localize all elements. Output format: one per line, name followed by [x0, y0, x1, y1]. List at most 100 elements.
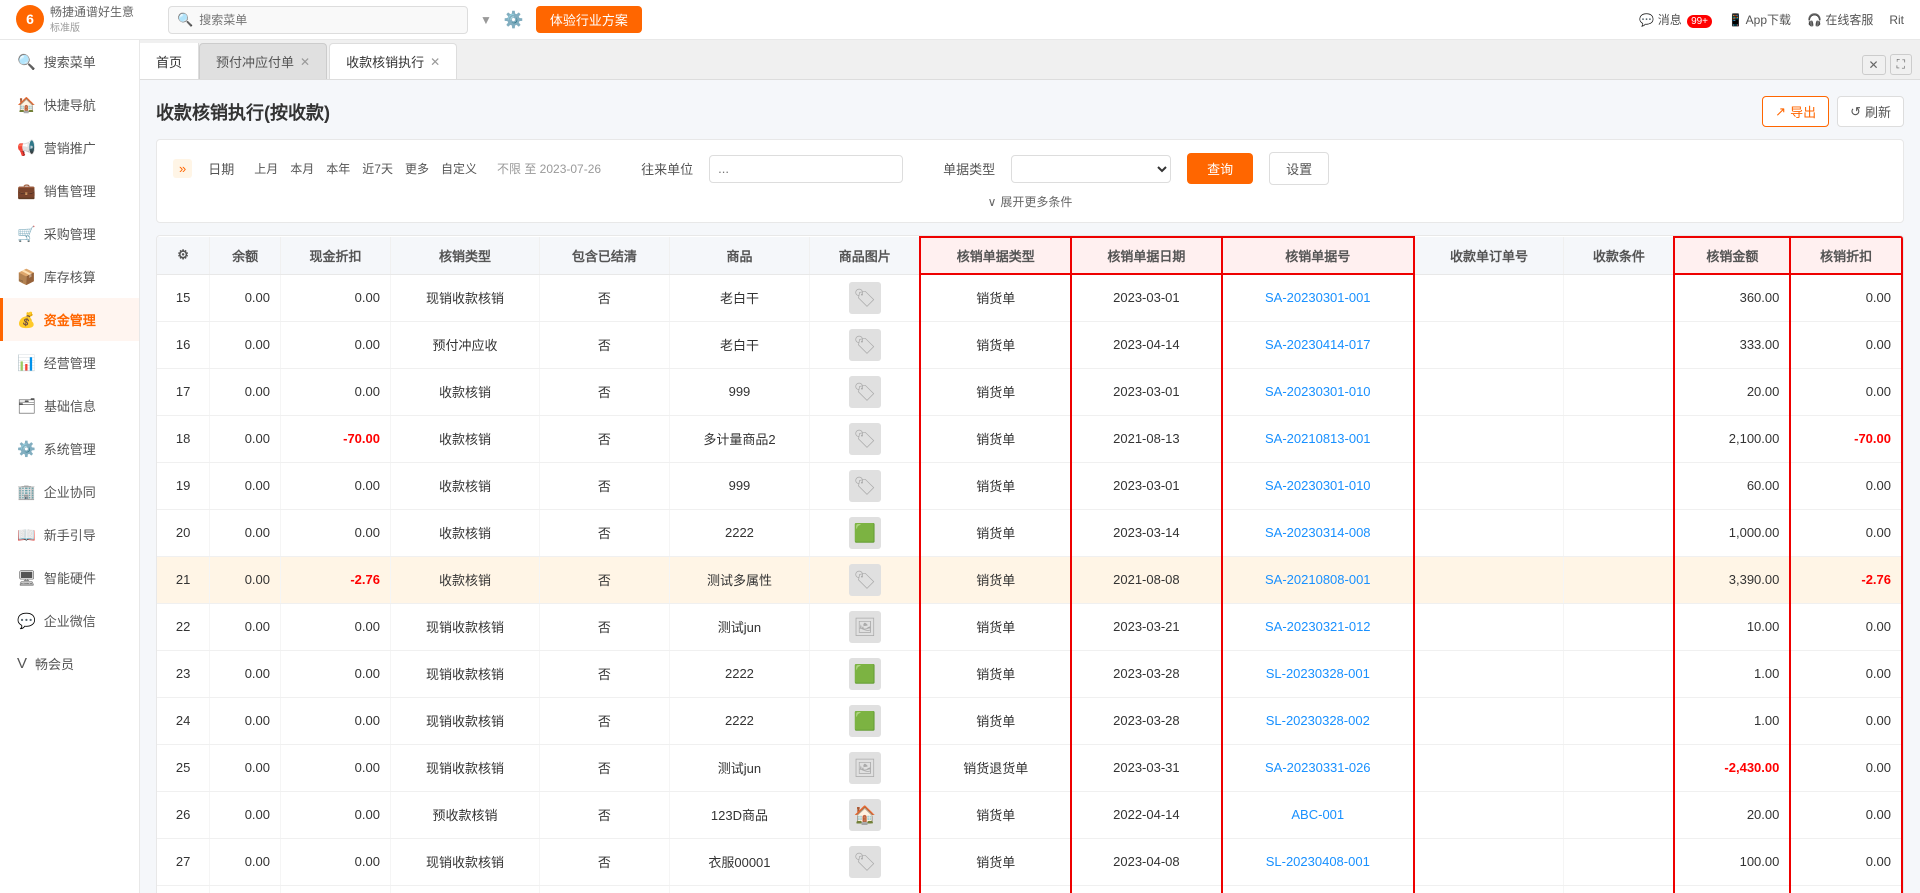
bill-no-link[interactable]: ABC-001 [1291, 807, 1344, 822]
tab-receipt-close[interactable]: ✕ [430, 55, 440, 69]
row-receipt-cond [1564, 791, 1675, 838]
bill-no-link[interactable]: SL-20230328-002 [1266, 713, 1370, 728]
bill-no-link[interactable]: SA-20230331-026 [1265, 760, 1371, 775]
row-verify-bill-no[interactable]: ABC-001 [1222, 791, 1414, 838]
bill-no-link[interactable]: SA-20230314-008 [1265, 525, 1371, 540]
user-name[interactable]: Rit [1889, 13, 1904, 27]
row-verify-bill-no[interactable]: SA-20210808-001 [1222, 556, 1414, 603]
col-settings[interactable]: ⚙ [157, 237, 210, 274]
row-verify-bill-no[interactable]: SL-20230328-002 [1222, 697, 1414, 744]
bill-no-link[interactable]: SA-20230414-017 [1265, 337, 1371, 352]
sidebar-item-wechat[interactable]: 💬企业微信 [0, 599, 139, 642]
bill-type-select[interactable] [1011, 155, 1171, 183]
counterpart-input[interactable] [709, 155, 903, 183]
row-no: 17 [157, 368, 210, 415]
table-row[interactable]: 27 0.00 0.00 现销收款核销 否 衣服00001 🏷 销货单 2023… [157, 838, 1902, 885]
tab-home[interactable]: 首页 [140, 43, 199, 79]
sidebar-item-basic[interactable]: 🗂基础信息 [0, 384, 139, 427]
tab-prepay[interactable]: 预付冲应付单 ✕ [199, 43, 327, 79]
sidebar: 🔍搜索菜单🏠快捷导航📢营销推广💼销售管理🛒采购管理📦库存核算💰资金管理📊经营管理… [0, 40, 140, 893]
tab-prepay-close[interactable]: ✕ [300, 55, 310, 69]
online-service[interactable]: 🎧 在线客服 [1807, 11, 1873, 28]
page-content: 收款核销执行(按收款) ↗ 导出 ↺ 刷新 » 日期 [140, 80, 1920, 893]
row-included-cleared: 否 [540, 321, 670, 368]
bill-no-link[interactable]: SA-20230301-010 [1265, 384, 1371, 399]
app-download[interactable]: 📱 App下载 [1728, 11, 1791, 28]
table-row[interactable]: 21 0.00 -2.76 收款核销 否 测试多属性 🏷 销货单 2021-08… [157, 556, 1902, 603]
sidebar-item-guide[interactable]: 📖新手引导 [0, 513, 139, 556]
sidebar-item-shortcut[interactable]: 🏠快捷导航 [0, 83, 139, 126]
tab-close-all-button[interactable]: ✕ [1862, 55, 1886, 75]
row-verify-bill-no[interactable]: SA-20230314-008 [1222, 509, 1414, 556]
search-input[interactable] [199, 13, 459, 27]
sidebar-item-purchase[interactable]: 🛒采购管理 [0, 212, 139, 255]
table-row[interactable]: 20 0.00 0.00 收款核销 否 2222 🟩 销货单 2023-03-1… [157, 509, 1902, 556]
sidebar-item-marketing[interactable]: 📢营销推广 [0, 126, 139, 169]
date-btn-last-month[interactable]: 上月 [250, 158, 282, 179]
row-verify-discount: 0.00 [1790, 462, 1902, 509]
row-verify-discount: 0.00 [1790, 274, 1902, 321]
table-row[interactable]: 26 0.00 0.00 预收款核销 否 123D商品 🏠 销货单 2022-0… [157, 791, 1902, 838]
date-btn-this-year[interactable]: 本年 [322, 158, 354, 179]
export-button[interactable]: ↗ 导出 [1762, 96, 1829, 127]
dropdown-arrow-icon[interactable]: ▼ [480, 13, 492, 27]
industry-plan-button[interactable]: 体验行业方案 [536, 6, 642, 33]
table-row[interactable]: 17 0.00 0.00 收款核销 否 999 🏷 销货单 2023-03-01… [157, 368, 1902, 415]
sidebar-item-system[interactable]: ⚙️系统管理 [0, 427, 139, 470]
sidebar-item-search[interactable]: 🔍搜索菜单 [0, 40, 139, 83]
refresh-button[interactable]: ↺ 刷新 [1837, 96, 1904, 127]
tab-fullscreen-button[interactable]: ⛶ [1890, 54, 1912, 75]
date-custom-button[interactable]: 自定义 [437, 158, 481, 179]
search-bar[interactable]: 🔍 [168, 6, 468, 34]
date-btn-more[interactable]: 更多 [401, 158, 433, 179]
row-verify-bill-no[interactable]: SA-20230301-010 [1222, 462, 1414, 509]
sidebar-item-hardware[interactable]: 🖥智能硬件 [0, 556, 139, 599]
row-verify-bill-no[interactable]: SA-20230321-012 [1222, 603, 1414, 650]
table-row[interactable]: 23 0.00 0.00 现销收款核销 否 2222 🟩 销货单 2023-03… [157, 650, 1902, 697]
row-verify-bill-no[interactable]: SA-20230301-001 [1222, 274, 1414, 321]
row-verify-bill-no[interactable]: SA-20230331-026 [1222, 744, 1414, 791]
expand-more-button[interactable]: ∨ 展开更多条件 [988, 193, 1073, 210]
table-row[interactable]: 22 0.00 0.00 现销收款核销 否 测试jun 🖼 销货单 2023-0… [157, 603, 1902, 650]
date-btn-7days[interactable]: 近7天 [358, 158, 397, 179]
sidebar-item-operations[interactable]: 📊经营管理 [0, 341, 139, 384]
date-btn-this-month[interactable]: 本月 [286, 158, 318, 179]
table-row[interactable]: 16 0.00 0.00 预付冲应收 否 老白干 🏷 销货单 2023-04-1… [157, 321, 1902, 368]
bill-no-link[interactable]: SL-20230408-001 [1266, 854, 1370, 869]
col-balance: 余额 [210, 237, 281, 274]
sidebar-item-inventory[interactable]: 📦库存核算 [0, 255, 139, 298]
settings-icon[interactable]: ⚙️ [504, 10, 524, 30]
bill-no-link[interactable]: SA-20230321-012 [1265, 619, 1371, 634]
bill-no-link[interactable]: SA-20210813-001 [1265, 431, 1371, 446]
sidebar-item-corp[interactable]: 🏢企业协同 [0, 470, 139, 513]
page-header: 收款核销执行(按收款) ↗ 导出 ↺ 刷新 [156, 96, 1904, 127]
bill-no-link[interactable]: SL-20230328-001 [1266, 666, 1370, 681]
table-row[interactable]: 18 0.00 -70.00 收款核销 否 多计量商品2 🏷 销货单 2021-… [157, 415, 1902, 462]
sidebar-item-sales[interactable]: 💼销售管理 [0, 169, 139, 212]
row-verify-bill-no[interactable]: SA-20210813-001 [1222, 415, 1414, 462]
row-verify-bill-no[interactable]: SL-20230408-001 [1222, 838, 1414, 885]
logo-icon: 6 [16, 5, 44, 33]
setting-button[interactable]: 设置 [1269, 152, 1329, 185]
table-row[interactable]: 24 0.00 0.00 现销收款核销 否 2222 🟩 销货单 2023-03… [157, 697, 1902, 744]
row-verify-bill-no[interactable]: SA-20230414-017 [1222, 321, 1414, 368]
row-verify-bill-no[interactable]: SL-20230328-001 [1222, 650, 1414, 697]
query-button[interactable]: 查询 [1187, 153, 1253, 184]
sidebar-item-member[interactable]: V畅会员 [0, 642, 139, 685]
bill-no-link[interactable]: SA-20230301-010 [1265, 478, 1371, 493]
row-verify-bill-no[interactable]: SA-20230301-010 [1222, 368, 1414, 415]
bill-no-link[interactable]: SA-20230301-001 [1265, 290, 1371, 305]
row-balance: 0.00 [210, 415, 281, 462]
bill-no-link[interactable]: SA-20210808-001 [1265, 572, 1371, 587]
table-row[interactable]: 19 0.00 0.00 收款核销 否 999 🏷 销货单 2023-03-01… [157, 462, 1902, 509]
table-row[interactable]: 28 0.00 0.00 现销收款核销 否 2222 🟩 销货单 2023-04… [157, 885, 1902, 893]
table-row[interactable]: 15 0.00 0.00 现销收款核销 否 老白干 🏷 销货单 2023-03-… [157, 274, 1902, 321]
tab-receipt-label: 收款核销执行 [346, 52, 424, 71]
table-row[interactable]: 25 0.00 0.00 现销收款核销 否 测试jun 🖼 销货退货单 2023… [157, 744, 1902, 791]
message-area[interactable]: 💬 消息 99+ [1639, 11, 1712, 28]
sidebar-item-finance[interactable]: 💰资金管理 [0, 298, 139, 341]
row-verify-bill-no[interactable]: SL-20230418-001 [1222, 885, 1414, 893]
filter-expand-button[interactable]: » [173, 159, 192, 178]
tab-receipt[interactable]: 收款核销执行 ✕ [329, 43, 457, 79]
member-icon: V [17, 655, 27, 672]
